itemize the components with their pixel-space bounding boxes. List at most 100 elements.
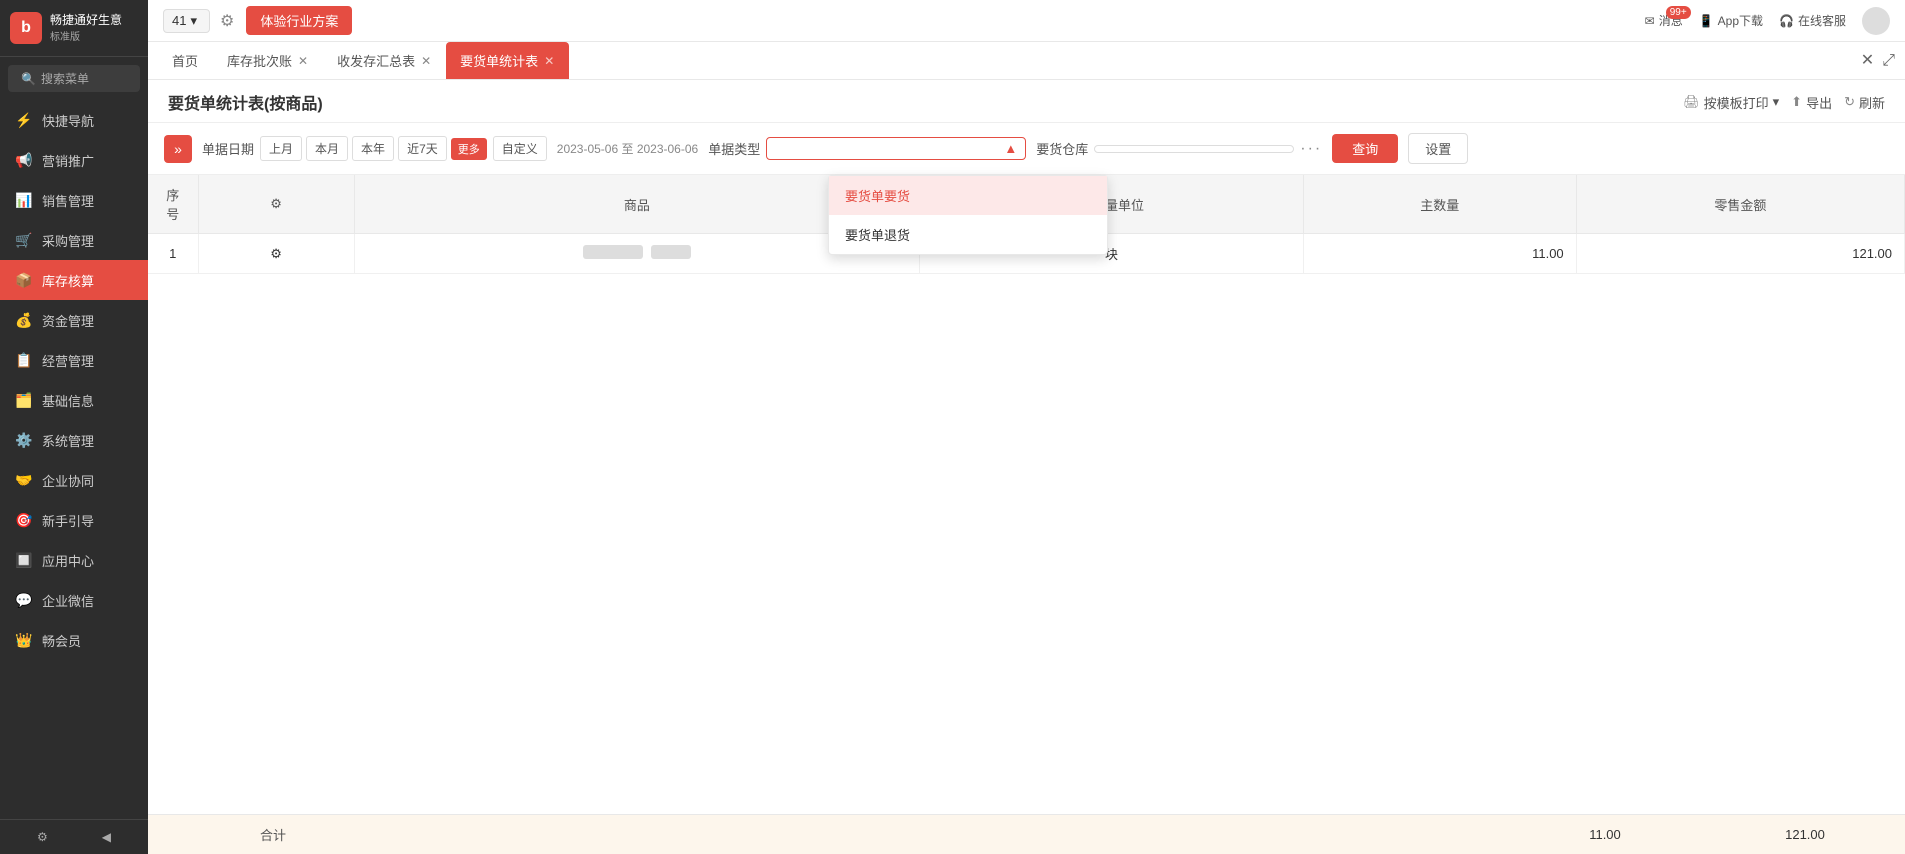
col-settings-header: ⚙: [198, 175, 354, 234]
date-filter-label: 单据日期: [202, 139, 254, 158]
settings-button[interactable]: 设置: [1408, 133, 1468, 164]
page-content: 要货单统计表(按商品) 🖨 按模板打印 ▾ ⬆ 导出 ↻ 刷新: [148, 80, 1905, 854]
sidebar-item-operations[interactable]: 📋 经营管理: [0, 340, 148, 380]
more-options-button[interactable]: ···: [1300, 140, 1322, 158]
guide-icon: 🎯: [14, 510, 34, 530]
tab-home[interactable]: 首页: [158, 42, 213, 79]
close-all-tabs-button[interactable]: ✕: [1861, 53, 1874, 69]
sidebar-item-marketing[interactable]: 📢 营销推广: [0, 140, 148, 180]
app-logo: b 畅捷通好生意 标准版: [0, 0, 148, 57]
sidebar-footer: ⚙ ◀: [0, 819, 148, 854]
filter-expand-button[interactable]: »: [164, 135, 192, 163]
close-tab-inventory-batch[interactable]: ✕: [298, 54, 308, 68]
header-left: 41 ▾ ⚙ 体验行业方案: [163, 6, 1645, 35]
cooperation-icon: 🤝: [14, 470, 34, 490]
online-support-action[interactable]: 🎧 在线客服: [1779, 12, 1846, 29]
sidebar-item-basic[interactable]: 🗂️ 基础信息: [0, 380, 148, 420]
col-index-header: 序号: [148, 175, 198, 234]
sidebar-item-inventory[interactable]: 📦 库存核算: [0, 260, 148, 300]
sidebar-item-appstore[interactable]: 🔲 应用中心: [0, 540, 148, 580]
date-filter-group: 单据日期 上月 本月 本年 近7天 更多 自定义: [202, 136, 547, 161]
tab-shipping-summary[interactable]: 收发存汇总表 ✕: [323, 42, 446, 79]
tab-controls: ✕ ⤢: [1861, 53, 1895, 69]
main-content: 41 ▾ ⚙ 体验行业方案 ✉ 消息 99+ 📱 App下载 🎧 在线客服: [148, 0, 1905, 854]
footer-summary-label: 合计: [248, 825, 298, 844]
page-inner: 要货单统计表(按商品) 🖨 按模板打印 ▾ ⬆ 导出 ↻ 刷新: [148, 80, 1905, 854]
sidebar-item-member[interactable]: 👑 畅会员: [0, 620, 148, 660]
warehouse-filter-label: 要货仓库: [1036, 139, 1088, 158]
appstore-icon: 🔲: [14, 550, 34, 570]
purchase-icon: 🛒: [14, 230, 34, 250]
sidebar-search[interactable]: 🔍 搜索菜单: [8, 65, 140, 92]
type-filter-label: 单据类型: [708, 139, 760, 158]
footer-quantity: 11.00: [1505, 827, 1705, 842]
system-icon: ⚙️: [14, 430, 34, 450]
filter-bar: » 单据日期 上月 本月 本年 近7天 更多 自定义 2023-05-06 至 …: [148, 123, 1905, 175]
store-number: 41: [172, 13, 186, 28]
export-button[interactable]: ⬆ 导出: [1791, 93, 1832, 112]
refresh-button[interactable]: ↻ 刷新: [1844, 93, 1885, 112]
user-avatar[interactable]: [1862, 7, 1890, 35]
dropdown-item-order-request[interactable]: 要货单要货: [829, 176, 1107, 215]
sidebar-item-finance[interactable]: 💰 资金管理: [0, 300, 148, 340]
tab-bar: 首页 库存批次账 ✕ 收发存汇总表 ✕ 要货单统计表 ✕ ✕ ⤢: [148, 42, 1905, 80]
tab-order-stats[interactable]: 要货单统计表 ✕: [446, 42, 569, 79]
top-header: 41 ▾ ⚙ 体验行业方案 ✉ 消息 99+ 📱 App下载 🎧 在线客服: [148, 0, 1905, 42]
type-dropdown: 要货单要货 要货单退货: [828, 175, 1108, 255]
custom-date-btn[interactable]: 自定义: [493, 136, 547, 161]
cell-quantity: 11.00: [1303, 234, 1576, 274]
wechat-icon: 💬: [14, 590, 34, 610]
sidebar-item-cooperation[interactable]: 🤝 企业协同: [0, 460, 148, 500]
app-download-action[interactable]: 📱 App下载: [1699, 12, 1763, 29]
online-support-label: 在线客服: [1798, 12, 1846, 29]
sidebar-item-wechat[interactable]: 💬 企业微信: [0, 580, 148, 620]
query-button[interactable]: 查询: [1332, 134, 1398, 163]
print-icon: 🖨: [1683, 94, 1700, 110]
member-icon: 👑: [14, 630, 34, 650]
print-template-button[interactable]: 🖨 按模板打印 ▾: [1683, 93, 1779, 112]
trial-industry-button[interactable]: 体验行业方案: [246, 6, 352, 35]
store-selector[interactable]: 41 ▾: [163, 9, 210, 33]
cell-amount: 121.00: [1576, 234, 1904, 274]
warehouse-filter-group: 要货仓库 ···: [1036, 139, 1322, 158]
search-icon: 🔍: [21, 72, 36, 86]
sidebar-item-guide[interactable]: 🎯 新手引导: [0, 500, 148, 540]
date-range-display: 2023-05-06 至 2023-06-06: [557, 140, 698, 157]
close-tab-shipping-summary[interactable]: ✕: [421, 54, 431, 68]
sidebar-item-purchase[interactable]: 🛒 采购管理: [0, 220, 148, 260]
dropdown-item-order-return[interactable]: 要货单退货: [829, 215, 1107, 254]
sales-icon: 📊: [14, 190, 34, 210]
operations-icon: 📋: [14, 350, 34, 370]
more-dates-btn[interactable]: 更多: [451, 138, 487, 160]
settings-footer-btn[interactable]: ⚙: [37, 830, 48, 844]
this-year-btn[interactable]: 本年: [352, 136, 394, 161]
store-dropdown-icon: ▾: [190, 13, 197, 29]
maximize-button[interactable]: ⤢: [1882, 53, 1895, 69]
cell-index: 1: [148, 234, 198, 274]
warehouse-select-input[interactable]: [1094, 145, 1294, 153]
close-tab-order-stats[interactable]: ✕: [544, 54, 554, 68]
tab-inventory-batch[interactable]: 库存批次账 ✕: [213, 42, 323, 79]
basic-icon: 🗂️: [14, 390, 34, 410]
settings-gear-icon[interactable]: ⚙: [220, 11, 234, 31]
table-area: 序号 ⚙ 商品 主计量单位 主数量 零售金额 1 ⚙: [148, 175, 1905, 814]
type-select-input[interactable]: ▲: [766, 137, 1026, 160]
this-month-btn[interactable]: 本月: [306, 136, 348, 161]
table-settings-icon[interactable]: ⚙: [270, 196, 282, 211]
type-select-arrow: ▲: [1004, 141, 1017, 156]
col-amount-header: 零售金额: [1576, 175, 1904, 234]
last-month-btn[interactable]: 上月: [260, 136, 302, 161]
inventory-icon: 📦: [14, 270, 34, 290]
messages-badge: 99+: [1666, 6, 1691, 19]
sidebar-item-system[interactable]: ⚙️ 系统管理: [0, 420, 148, 460]
app-download-label: App下载: [1718, 12, 1763, 29]
page-title: 要货单统计表(按商品): [168, 90, 323, 114]
sidebar-item-shortcut[interactable]: ⚡ 快捷导航: [0, 100, 148, 140]
last7days-btn[interactable]: 近7天: [398, 136, 447, 161]
sidebar-item-sales[interactable]: 📊 销售管理: [0, 180, 148, 220]
collapse-footer-btn[interactable]: ◀: [102, 830, 111, 844]
marketing-icon: 📢: [14, 150, 34, 170]
sidebar: b 畅捷通好生意 标准版 🔍 搜索菜单 ⚡ 快捷导航 📢 营销推广 📊 销售管理…: [0, 0, 148, 854]
messages-action[interactable]: ✉ 消息 99+: [1645, 12, 1683, 29]
cell-settings[interactable]: ⚙: [198, 234, 354, 274]
